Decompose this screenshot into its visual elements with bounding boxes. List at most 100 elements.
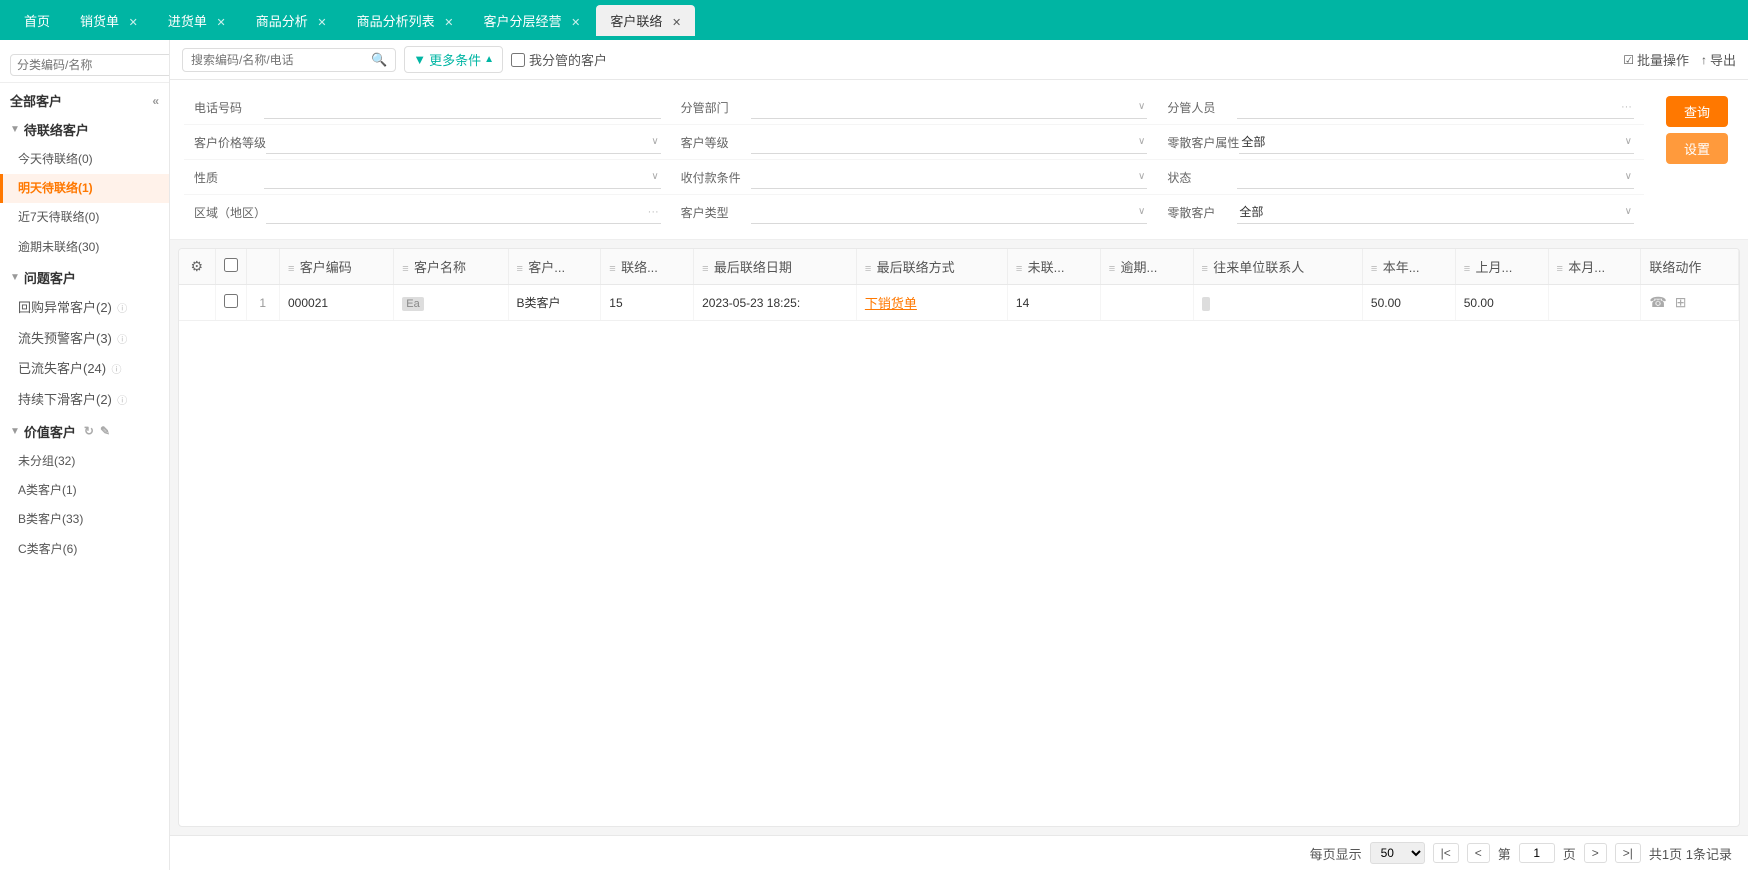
sidebar-item-churned[interactable]: 已流失客户(24) ⓘ: [0, 354, 169, 385]
col-header-type[interactable]: ≡ 客户...: [508, 249, 601, 285]
filter-nature-select[interactable]: ∨: [264, 165, 661, 189]
first-page-btn[interactable]: |<: [1433, 843, 1459, 863]
refresh-icon[interactable]: ↻: [84, 424, 94, 438]
close-tab-2-icon[interactable]: ✕: [317, 17, 326, 29]
page-number-input[interactable]: [1519, 843, 1555, 863]
my-customer-checkbox[interactable]: [511, 53, 525, 67]
gear-icon[interactable]: ⚙: [190, 258, 203, 274]
nav-tab-5[interactable]: 客户联络 ✕: [596, 5, 695, 36]
nav-home[interactable]: 首页: [10, 5, 64, 36]
next-page-btn[interactable]: >: [1584, 843, 1607, 863]
filter-dept-select[interactable]: ∨: [751, 95, 1148, 119]
filter-manager-label: 分管人员: [1167, 99, 1237, 116]
col-header-contact[interactable]: ≡ 联络...: [601, 249, 694, 285]
filter-customer-type-select[interactable]: ∨: [751, 200, 1148, 224]
grid-action-icon[interactable]: ⊞: [1675, 294, 1687, 311]
nav-tab-4[interactable]: 客户分层经营 ✕: [469, 5, 594, 36]
col-header-last-month[interactable]: ≡ 上月...: [1455, 249, 1548, 285]
col-header-name[interactable]: ≡ 客户名称: [394, 249, 508, 285]
sidebar-item-abnormal[interactable]: 回购异常客户(2) ⓘ: [0, 293, 169, 324]
close-tab-1-icon[interactable]: ✕: [217, 17, 226, 29]
close-tab-5-icon[interactable]: ✕: [672, 17, 681, 29]
nav-tab-3[interactable]: 商品分析列表 ✕: [343, 5, 468, 36]
filter-customer-level-select[interactable]: ∨: [751, 130, 1148, 154]
collapse-icon[interactable]: «: [152, 94, 159, 108]
last-method-link[interactable]: 下销货单: [865, 296, 917, 311]
all-customers-section[interactable]: 全部客户 «: [0, 83, 169, 114]
filter-phone-label: 电话号码: [194, 99, 264, 116]
edit-icon[interactable]: ✎: [100, 424, 110, 438]
bulk-operation-btn[interactable]: ☑ 批量操作: [1623, 50, 1689, 69]
region-dots-icon[interactable]: ···: [648, 206, 659, 218]
last-page-btn[interactable]: >|: [1615, 843, 1641, 863]
sidebar-search-area: 🔍: [0, 48, 169, 83]
search-input[interactable]: [191, 53, 371, 67]
filter-region: 区域（地区） ···: [184, 195, 671, 229]
col-header-this-year[interactable]: ≡ 本年...: [1362, 249, 1455, 285]
sort-icon-last-date: ≡: [702, 263, 708, 275]
col-header-last-method[interactable]: ≡ 最后联络方式: [856, 249, 1007, 285]
col-header-code[interactable]: ≡ 客户编码: [280, 249, 394, 285]
export-btn[interactable]: ↑ 导出: [1701, 50, 1736, 69]
col-header-settings[interactable]: ⚙: [179, 249, 215, 285]
customer-type-arrow-icon: ∨: [1138, 206, 1145, 217]
page-size-select[interactable]: 50 100 200: [1370, 842, 1425, 864]
row-checkbox[interactable]: [224, 294, 238, 308]
close-tab-3-icon[interactable]: ✕: [444, 17, 453, 29]
col-header-this-month[interactable]: ≡ 本月...: [1548, 249, 1641, 285]
filter-dept-label: 分管部门: [681, 99, 751, 116]
filter-phone-input[interactable]: [264, 95, 661, 119]
sidebar-item-c-class[interactable]: C类客户(6): [0, 535, 169, 564]
query-button[interactable]: 查询: [1666, 96, 1728, 127]
nav-tab-0[interactable]: 销货单 ✕: [66, 5, 152, 36]
filter-nature-label: 性质: [194, 169, 264, 186]
manager-dots-icon[interactable]: ···: [1621, 101, 1632, 113]
retail-attr-arrow-icon: ∨: [1625, 136, 1632, 147]
phone-action-icon[interactable]: ☎: [1649, 294, 1666, 311]
payment-arrow-icon: ∨: [1138, 171, 1145, 182]
sidebar-item-7days[interactable]: 近7天待联络(0): [0, 203, 169, 232]
sidebar-item-a-class[interactable]: A类客户(1): [0, 476, 169, 505]
row-check-cell[interactable]: [215, 285, 246, 321]
filter-price-level-select[interactable]: ∨: [266, 130, 661, 154]
close-tab-4-icon[interactable]: ✕: [571, 17, 580, 29]
toolbar-right: ☑ 批量操作 ↑ 导出: [1623, 50, 1736, 69]
sidebar-item-overdue[interactable]: 逾期未联络(30): [0, 233, 169, 262]
filter-nature: 性质 ∨: [184, 160, 671, 194]
sidebar-item-today[interactable]: 今天待联络(0): [0, 145, 169, 174]
filter-more-btn[interactable]: ▼ 更多条件 ▲: [404, 46, 503, 73]
sidebar-item-tomorrow[interactable]: 明天待联络(1): [0, 174, 169, 203]
row-last-method[interactable]: 下销货单: [856, 285, 1007, 321]
filter-retail-customer-select[interactable]: 全部 ∨: [1237, 200, 1634, 224]
total-records-label: 共1页 1条记录: [1649, 844, 1732, 863]
my-customer-checkbox-area[interactable]: 我分管的客户: [511, 50, 607, 69]
col-header-unit-contact[interactable]: ≡ 往来单位联系人: [1193, 249, 1362, 285]
col-header-not-contact[interactable]: ≡ 未联...: [1007, 249, 1100, 285]
all-customers-label: 全部客户: [10, 91, 62, 110]
sidebar-item-b-class[interactable]: B类客户(33): [0, 505, 169, 534]
search-icon[interactable]: 🔍: [371, 52, 387, 68]
filter-dept: 分管部门 ∨: [671, 90, 1158, 124]
nav-tab-1[interactable]: 进货单 ✕: [154, 5, 240, 36]
sidebar-item-churn-warning[interactable]: 流失预警客户(3) ⓘ: [0, 324, 169, 355]
col-header-last-date[interactable]: ≡ 最后联络日期: [694, 249, 857, 285]
filter-price-level: 客户价格等级 ∨: [184, 125, 671, 159]
customer-table-area: ⚙ ≡ 客户编码 ≡ 客户名称: [178, 248, 1740, 827]
select-all-checkbox[interactable]: [224, 258, 238, 272]
filter-region-input[interactable]: ···: [266, 200, 661, 224]
sidebar-item-declining[interactable]: 持续下滑客户(2) ⓘ: [0, 385, 169, 416]
filter-retail-attr-label: 零散客户属性: [1167, 134, 1239, 151]
prev-page-btn[interactable]: <: [1467, 843, 1490, 863]
sidebar-search-input[interactable]: [10, 54, 170, 76]
filter-status-select[interactable]: ∨: [1237, 165, 1634, 189]
col-header-check[interactable]: [215, 249, 246, 285]
filter-payment-select[interactable]: ∨: [751, 165, 1148, 189]
sidebar-item-ungrouped[interactable]: 未分组(32): [0, 447, 169, 476]
filter-manager-input[interactable]: ···: [1237, 95, 1634, 119]
col-header-overdue[interactable]: ≡ 逾期...: [1100, 249, 1193, 285]
page-size-label: 每页显示: [1310, 844, 1362, 863]
set-button[interactable]: 设置: [1666, 133, 1728, 164]
filter-retail-attr-select[interactable]: 全部 ∨: [1239, 130, 1634, 154]
close-tab-0-icon[interactable]: ✕: [129, 17, 138, 29]
nav-tab-2[interactable]: 商品分析 ✕: [242, 5, 341, 36]
